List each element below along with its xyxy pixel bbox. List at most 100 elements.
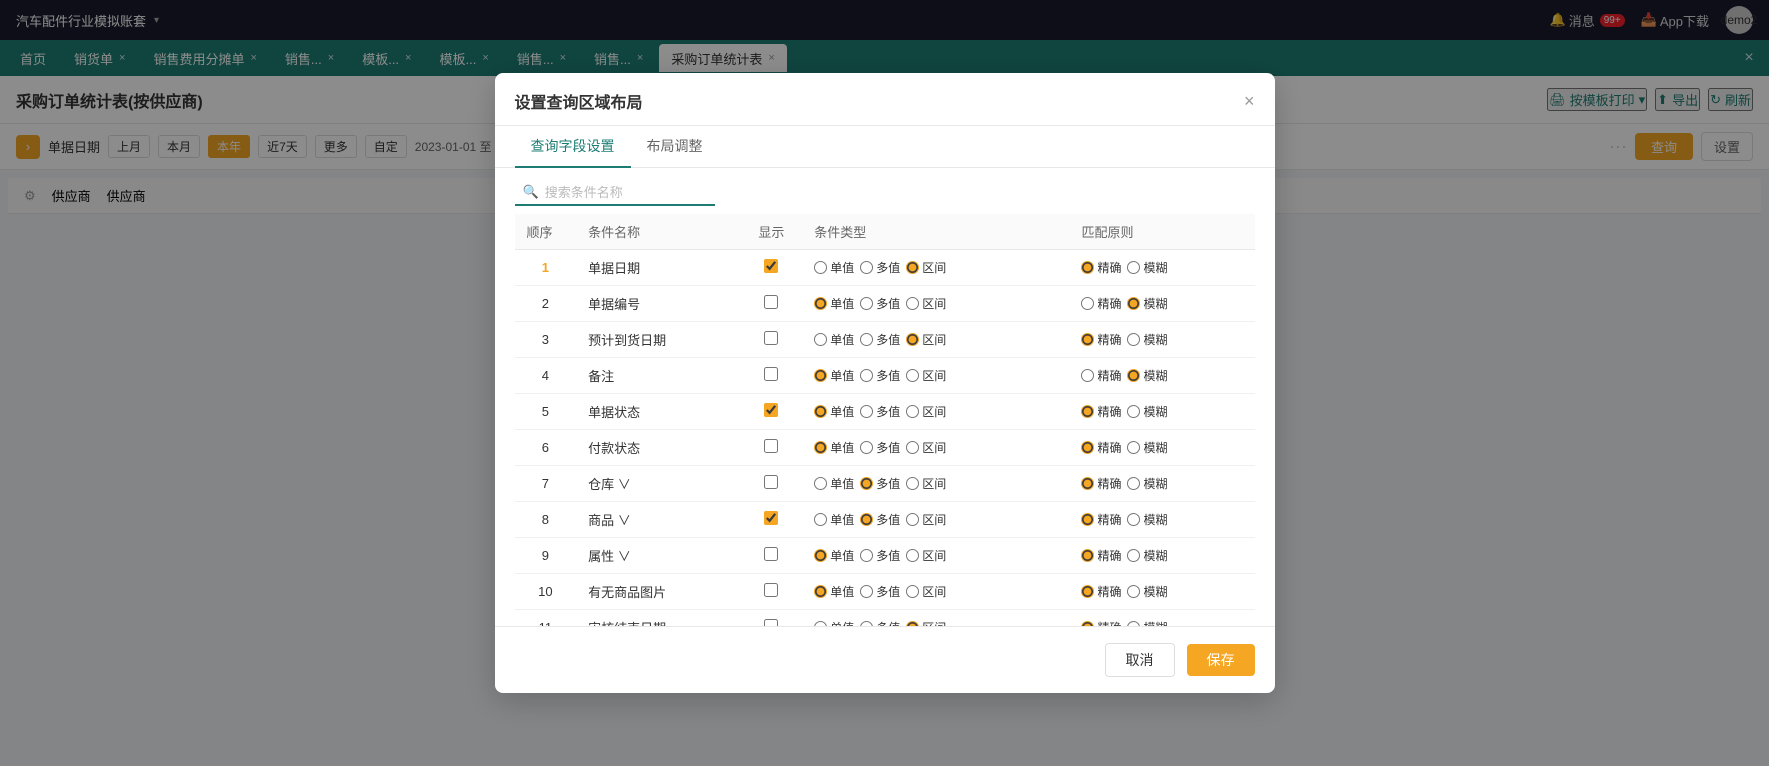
radio-wrap-模糊[interactable]: 模糊 xyxy=(1127,259,1167,276)
type-radio-单值[interactable] xyxy=(814,333,827,346)
match-radio-模糊[interactable] xyxy=(1127,549,1140,562)
radio-wrap-区间[interactable]: 区间 xyxy=(906,331,946,348)
cell-display[interactable] xyxy=(741,466,803,502)
dialog-close-button[interactable]: × xyxy=(1244,92,1255,110)
type-radio-多值[interactable] xyxy=(860,333,873,346)
type-radio-多值[interactable] xyxy=(860,549,873,562)
display-checkbox[interactable] xyxy=(764,475,778,489)
display-checkbox[interactable] xyxy=(764,547,778,561)
display-checkbox[interactable] xyxy=(764,295,778,309)
cell-display[interactable] xyxy=(741,502,803,538)
radio-wrap-区间[interactable]: 区间 xyxy=(906,547,946,564)
radio-wrap-模糊[interactable]: 模糊 xyxy=(1127,367,1167,384)
radio-wrap-精确[interactable]: 精确 xyxy=(1081,403,1121,420)
type-radio-单值[interactable] xyxy=(814,405,827,418)
radio-wrap-区间[interactable]: 区间 xyxy=(906,583,946,600)
match-radio-精确[interactable] xyxy=(1081,261,1094,274)
type-radio-单值[interactable] xyxy=(814,261,827,274)
radio-wrap-区间[interactable]: 区间 xyxy=(906,403,946,420)
match-radio-精确[interactable] xyxy=(1081,477,1094,490)
radio-wrap-精确[interactable]: 精确 xyxy=(1081,295,1121,312)
cell-display[interactable] xyxy=(741,358,803,394)
type-radio-单值[interactable] xyxy=(814,369,827,382)
radio-wrap-单值[interactable]: 单值 xyxy=(814,439,854,456)
radio-wrap-多值[interactable]: 多值 xyxy=(860,475,900,492)
display-checkbox[interactable] xyxy=(764,259,778,273)
type-radio-区间[interactable] xyxy=(906,441,919,454)
type-radio-单值[interactable] xyxy=(814,441,827,454)
cell-display[interactable] xyxy=(741,250,803,286)
display-checkbox[interactable] xyxy=(764,403,778,417)
match-radio-精确[interactable] xyxy=(1081,585,1094,598)
radio-wrap-单值[interactable]: 单值 xyxy=(814,259,854,276)
display-checkbox[interactable] xyxy=(764,331,778,345)
match-radio-精确[interactable] xyxy=(1081,405,1094,418)
type-radio-多值[interactable] xyxy=(860,585,873,598)
radio-wrap-精确[interactable]: 精确 xyxy=(1081,367,1121,384)
cell-display[interactable] xyxy=(741,610,803,627)
radio-wrap-多值[interactable]: 多值 xyxy=(860,547,900,564)
match-radio-精确[interactable] xyxy=(1081,549,1094,562)
radio-wrap-多值[interactable]: 多值 xyxy=(860,367,900,384)
radio-wrap-多值[interactable]: 多值 xyxy=(860,619,900,626)
radio-wrap-区间[interactable]: 区间 xyxy=(906,367,946,384)
radio-wrap-单值[interactable]: 单值 xyxy=(814,511,854,528)
type-radio-单值[interactable] xyxy=(814,297,827,310)
radio-wrap-精确[interactable]: 精确 xyxy=(1081,583,1121,600)
radio-wrap-精确[interactable]: 精确 xyxy=(1081,475,1121,492)
radio-wrap-精确[interactable]: 精确 xyxy=(1081,511,1121,528)
display-checkbox[interactable] xyxy=(764,583,778,597)
radio-wrap-精确[interactable]: 精确 xyxy=(1081,439,1121,456)
type-radio-多值[interactable] xyxy=(860,369,873,382)
radio-wrap-模糊[interactable]: 模糊 xyxy=(1127,583,1167,600)
radio-wrap-多值[interactable]: 多值 xyxy=(860,259,900,276)
match-radio-模糊[interactable] xyxy=(1127,477,1140,490)
cell-display[interactable] xyxy=(741,574,803,610)
radio-wrap-多值[interactable]: 多值 xyxy=(860,295,900,312)
type-radio-区间[interactable] xyxy=(906,549,919,562)
display-checkbox[interactable] xyxy=(764,439,778,453)
display-checkbox[interactable] xyxy=(764,367,778,381)
modal-overlay[interactable]: 设置查询区域布局 × 查询字段设置 布局调整 🔍 xyxy=(0,0,1769,766)
type-radio-多值[interactable] xyxy=(860,297,873,310)
radio-wrap-多值[interactable]: 多值 xyxy=(860,511,900,528)
radio-wrap-区间[interactable]: 区间 xyxy=(906,511,946,528)
radio-wrap-单值[interactable]: 单值 xyxy=(814,367,854,384)
type-radio-多值[interactable] xyxy=(860,513,873,526)
radio-wrap-模糊[interactable]: 模糊 xyxy=(1127,547,1167,564)
radio-wrap-单值[interactable]: 单值 xyxy=(814,583,854,600)
type-radio-区间[interactable] xyxy=(906,333,919,346)
radio-wrap-模糊[interactable]: 模糊 xyxy=(1127,619,1167,626)
type-radio-区间[interactable] xyxy=(906,513,919,526)
type-radio-区间[interactable] xyxy=(906,405,919,418)
radio-wrap-精确[interactable]: 精确 xyxy=(1081,547,1121,564)
type-radio-单值[interactable] xyxy=(814,585,827,598)
radio-wrap-精确[interactable]: 精确 xyxy=(1081,619,1121,626)
match-radio-精确[interactable] xyxy=(1081,441,1094,454)
cell-display[interactable] xyxy=(741,394,803,430)
cell-display[interactable] xyxy=(741,538,803,574)
match-radio-模糊[interactable] xyxy=(1127,333,1140,346)
radio-wrap-模糊[interactable]: 模糊 xyxy=(1127,475,1167,492)
radio-wrap-模糊[interactable]: 模糊 xyxy=(1127,403,1167,420)
type-radio-多值[interactable] xyxy=(860,441,873,454)
save-button[interactable]: 保存 xyxy=(1187,644,1255,676)
radio-wrap-单值[interactable]: 单值 xyxy=(814,619,854,626)
radio-wrap-区间[interactable]: 区间 xyxy=(906,259,946,276)
radio-wrap-多值[interactable]: 多值 xyxy=(860,331,900,348)
type-radio-多值[interactable] xyxy=(860,477,873,490)
display-checkbox[interactable] xyxy=(764,619,778,626)
cell-display[interactable] xyxy=(741,322,803,358)
radio-wrap-单值[interactable]: 单值 xyxy=(814,475,854,492)
radio-wrap-单值[interactable]: 单值 xyxy=(814,547,854,564)
match-radio-模糊[interactable] xyxy=(1127,441,1140,454)
display-checkbox[interactable] xyxy=(764,511,778,525)
type-radio-区间[interactable] xyxy=(906,261,919,274)
radio-wrap-多值[interactable]: 多值 xyxy=(860,439,900,456)
tab-layout-adjust[interactable]: 布局调整 xyxy=(631,126,719,168)
cell-display[interactable] xyxy=(741,286,803,322)
type-radio-单值[interactable] xyxy=(814,477,827,490)
radio-wrap-单值[interactable]: 单值 xyxy=(814,403,854,420)
radio-wrap-精确[interactable]: 精确 xyxy=(1081,259,1121,276)
match-radio-模糊[interactable] xyxy=(1127,261,1140,274)
